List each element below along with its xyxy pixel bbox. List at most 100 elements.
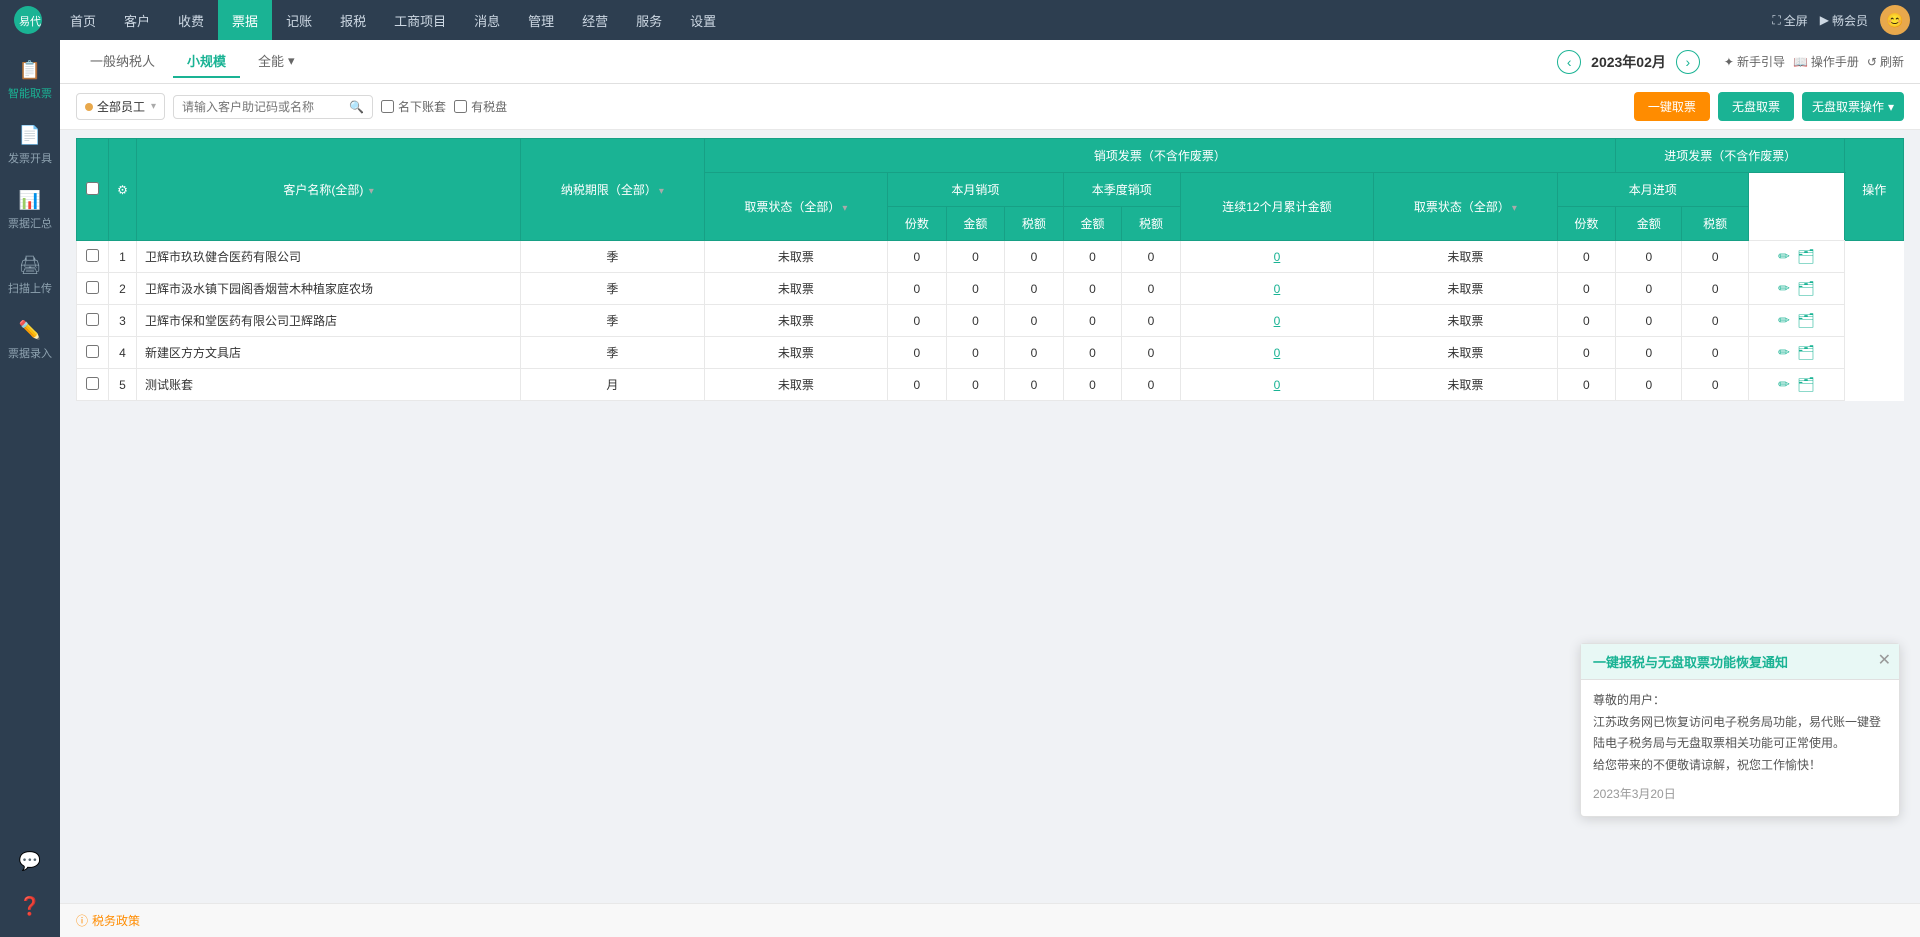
col-purchase-status-filter-icon[interactable]: ▾ (1512, 203, 1517, 214)
nav-item-fee[interactable]: 收费 (164, 0, 218, 40)
detail-icon-1[interactable]: 🗂 (1797, 280, 1815, 296)
employee-filter[interactable]: 全部员工 ▾ (76, 93, 165, 120)
col-tax-period: 纳税期限（全部）▾ (521, 139, 704, 241)
popup-apology: 给您带来的不便敬请谅解，祝您工作愉快！ (1593, 755, 1887, 777)
detail-icon-4[interactable]: 🗂 (1797, 376, 1815, 392)
row-select-4[interactable] (86, 377, 99, 390)
fullscreen-button[interactable]: ⛶ 全屏 (1772, 12, 1807, 29)
row-checkbox-2[interactable] (77, 305, 109, 337)
nav-item-tax[interactable]: 报税 (326, 0, 380, 40)
col-sale-status-filter-icon[interactable]: ▾ (842, 203, 847, 214)
row-select-0[interactable] (86, 249, 99, 262)
row-sale-quarter-tax-4: 0 (1122, 369, 1181, 401)
row-checkbox-0[interactable] (77, 241, 109, 273)
nav-item-ticket[interactable]: 票据 (218, 0, 272, 40)
row-period-2: 季 (521, 305, 704, 337)
sidebar-item-invoice-open[interactable]: 📄 发票开具 (0, 115, 60, 176)
row-cumulative-2[interactable]: 0 (1180, 305, 1373, 337)
settings-icon[interactable]: ⚙ (117, 183, 128, 197)
checkbox-own-accounts[interactable]: 名下账套 (381, 98, 446, 115)
row-sale-month-amount-1: 0 (946, 273, 1005, 305)
detail-icon-3[interactable]: 🗂 (1797, 344, 1815, 360)
row-select-1[interactable] (86, 281, 99, 294)
col-sale-month-count: 份数 (888, 207, 947, 241)
row-checkbox-3[interactable] (77, 337, 109, 369)
col-purchase-month-tax: 税额 (1682, 207, 1748, 241)
row-actions-3: ✏ 🗂 (1748, 337, 1845, 369)
row-sale-month-count-3: 0 (888, 337, 947, 369)
has-taxdisk-checkbox[interactable] (454, 100, 467, 113)
edit-icon-3[interactable]: ✏ (1778, 344, 1790, 360)
sub-tab-right-actions: ✦ 新手引导 📖 操作手册 ↺ 刷新 (1724, 53, 1904, 70)
search-box[interactable]: 🔍 (173, 95, 373, 119)
tab-general-taxpayer[interactable]: 一般纳税人 (76, 45, 169, 78)
new-guide-button[interactable]: ✦ 新手引导 (1724, 53, 1785, 70)
guide-icon: ✦ (1724, 55, 1734, 69)
row-sale-quarter-amount-0: 0 (1063, 241, 1122, 273)
diskless-ticket-button[interactable]: 无盘取票 (1718, 92, 1794, 121)
row-sale-month-amount-3: 0 (946, 337, 1005, 369)
row-cumulative-0[interactable]: 0 (1180, 241, 1373, 273)
edit-icon-1[interactable]: ✏ (1778, 280, 1790, 296)
nav-item-manage[interactable]: 管理 (514, 0, 568, 40)
row-select-3[interactable] (86, 345, 99, 358)
sidebar-item-smart-ticket[interactable]: 📋 智能取票 (0, 50, 60, 111)
edit-icon-4[interactable]: ✏ (1778, 376, 1790, 392)
sidebar-item-scan-upload[interactable]: 🖨 扫描上传 (0, 245, 60, 306)
tab-all[interactable]: 全能 ▾ (244, 45, 309, 78)
period-navigation: ‹ 2023年02月 › (1557, 50, 1700, 74)
row-cumulative-4[interactable]: 0 (1180, 369, 1373, 401)
chat-icon: 💬 (19, 851, 41, 872)
period-next-button[interactable]: › (1676, 50, 1700, 74)
search-icon[interactable]: 🔍 (349, 100, 364, 114)
refresh-button[interactable]: ↺ 刷新 (1867, 53, 1904, 70)
row-purchase-month-count-1: 0 (1557, 273, 1616, 305)
vip-button[interactable]: ▶ 畅会员 (1820, 12, 1868, 29)
row-period-1: 季 (521, 273, 704, 305)
nav-item-biz[interactable]: 工商项目 (380, 0, 460, 40)
nav-item-bookkeeping[interactable]: 记账 (272, 0, 326, 40)
checkbox-has-taxdisk[interactable]: 有税盘 (454, 98, 507, 115)
sidebar-item-invoice-summary[interactable]: 📊 票据汇总 (0, 180, 60, 241)
nav-item-client[interactable]: 客户 (110, 0, 164, 40)
select-all-checkbox[interactable] (86, 182, 99, 195)
manual-icon: 📖 (1793, 55, 1808, 69)
sidebar-item-help[interactable]: ❓ (15, 886, 45, 927)
bottom-bar: ⓘ 税务政策 (60, 903, 1920, 937)
row-sale-quarter-amount-1: 0 (1063, 273, 1122, 305)
col-client-filter-icon[interactable]: ▾ (369, 186, 374, 197)
sidebar-item-invoice-entry[interactable]: ✏️ 票据录入 (0, 310, 60, 371)
search-input[interactable] (182, 100, 349, 114)
own-accounts-checkbox[interactable] (381, 100, 394, 113)
nav-item-settings[interactable]: 设置 (676, 0, 730, 40)
row-checkbox-1[interactable] (77, 273, 109, 305)
user-avatar[interactable]: 😊 (1880, 5, 1910, 35)
row-sale-month-tax-4: 0 (1005, 369, 1064, 401)
col-purchase-month: 本月进项 (1557, 173, 1748, 207)
manual-button[interactable]: 📖 操作手册 (1793, 53, 1859, 70)
row-select-2[interactable] (86, 313, 99, 326)
detail-icon-2[interactable]: 🗂 (1797, 312, 1815, 328)
row-cumulative-1[interactable]: 0 (1180, 273, 1373, 305)
row-purchase-month-amount-2: 0 (1616, 305, 1682, 337)
row-checkbox-4[interactable] (77, 369, 109, 401)
detail-icon-0[interactable]: 🗂 (1797, 248, 1815, 264)
nav-item-service[interactable]: 服务 (622, 0, 676, 40)
one-click-ticket-button[interactable]: 一键取票 (1634, 92, 1710, 121)
popup-close-button[interactable]: ✕ (1878, 650, 1891, 670)
col-period-filter-icon[interactable]: ▾ (659, 186, 664, 197)
info-icon: ⓘ (76, 912, 88, 929)
diskless-ticket-ops-button[interactable]: 无盘取票操作 ▾ (1802, 92, 1904, 121)
nav-item-home[interactable]: 首页 (56, 0, 110, 40)
row-cumulative-3[interactable]: 0 (1180, 337, 1373, 369)
sidebar-item-chat[interactable]: 💬 (15, 841, 45, 882)
filter-chevron-icon: ▾ (151, 101, 156, 112)
tax-policy-link[interactable]: ⓘ 税务政策 (76, 912, 140, 929)
period-prev-button[interactable]: ‹ (1557, 50, 1581, 74)
toolbar-right-buttons: 一键取票 无盘取票 无盘取票操作 ▾ (1634, 92, 1904, 121)
tab-small-scale[interactable]: 小规模 (173, 45, 240, 78)
edit-icon-0[interactable]: ✏ (1778, 248, 1790, 264)
edit-icon-2[interactable]: ✏ (1778, 312, 1790, 328)
nav-item-operation[interactable]: 经营 (568, 0, 622, 40)
nav-item-message[interactable]: 消息 (460, 0, 514, 40)
